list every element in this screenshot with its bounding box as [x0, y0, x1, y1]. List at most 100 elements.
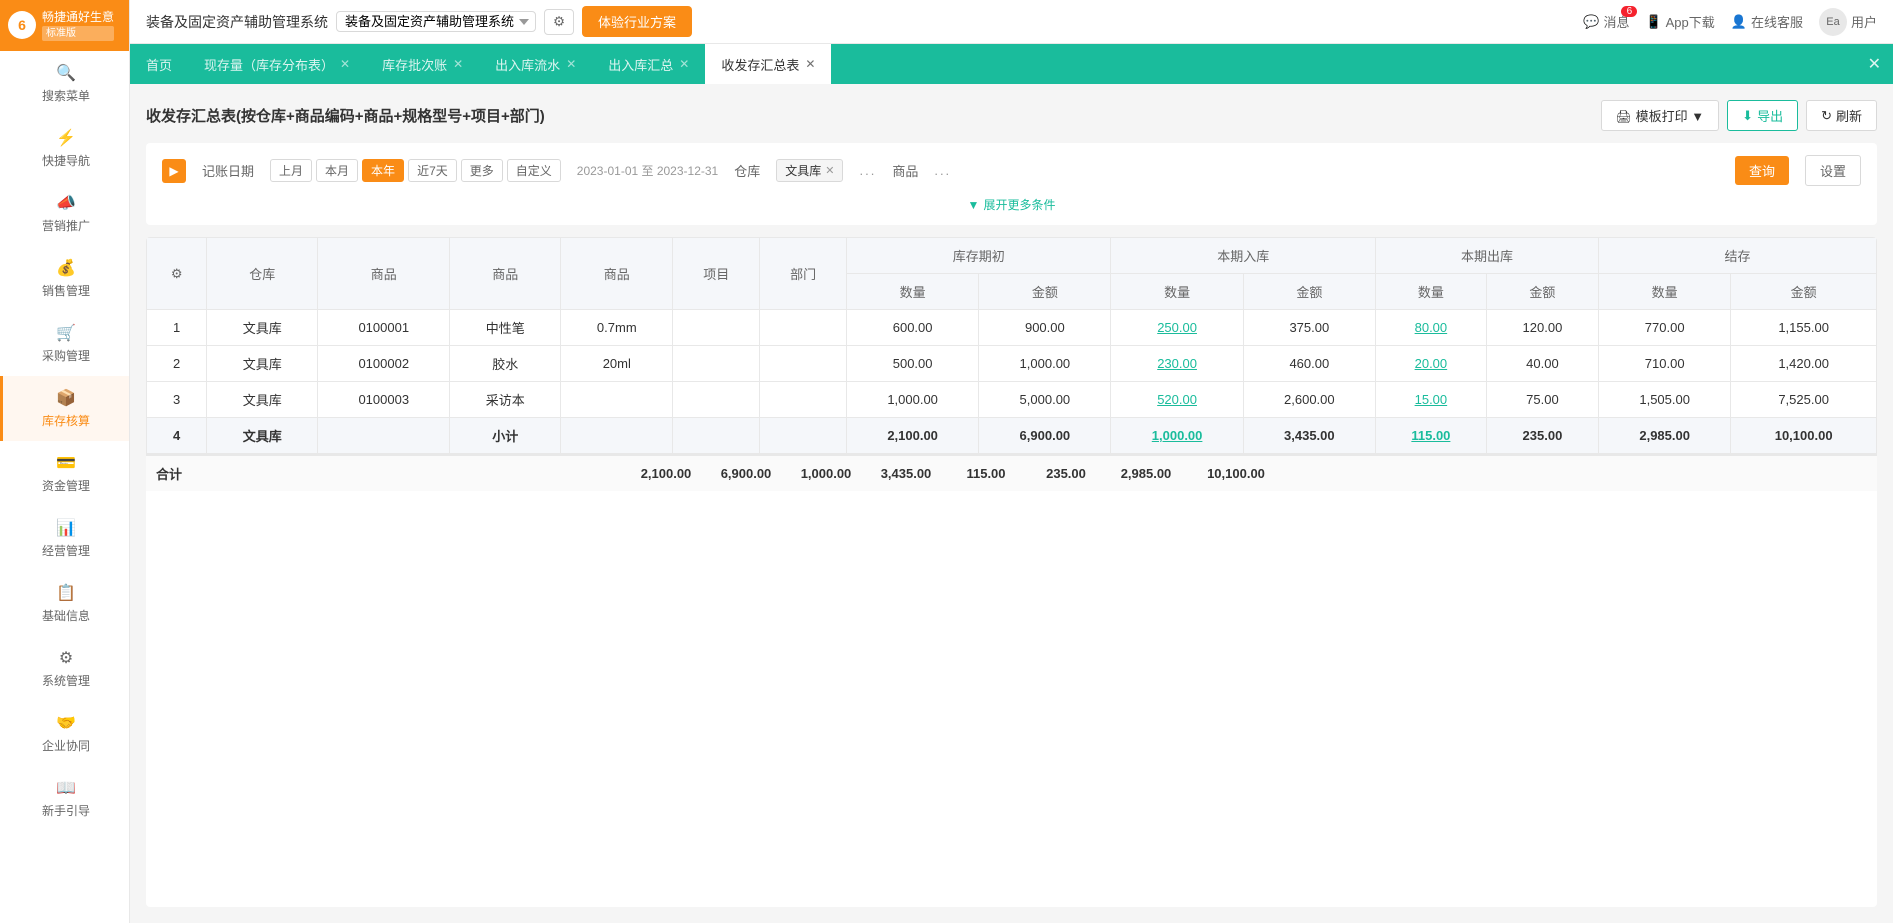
- tab-home[interactable]: 首页: [130, 44, 188, 84]
- marketing-icon: 📣: [56, 193, 76, 213]
- warehouse-filter-label: 仓库: [734, 161, 760, 180]
- cell-code: 0100002: [318, 346, 450, 382]
- cell-code: 0100003: [318, 382, 450, 418]
- app-download-label: App下载: [1666, 12, 1715, 31]
- sidebar-item-marketing[interactable]: 📣营销推广: [0, 181, 129, 246]
- sidebar-item-system[interactable]: ⚙系统管理: [0, 636, 129, 701]
- cell-warehouse: 文具库: [207, 346, 318, 382]
- purchase-icon: 🛒: [56, 323, 76, 343]
- subtotal-out-qty-link[interactable]: 115.00: [1411, 428, 1450, 443]
- sidebar-item-purchase[interactable]: 🛒采购管理: [0, 311, 129, 376]
- tab-receive-send-summary[interactable]: 收发存汇总表 ✕: [705, 44, 831, 84]
- expand-icon: ▼: [968, 198, 980, 212]
- user-info[interactable]: Ea 用户: [1819, 8, 1877, 36]
- out-qty-link[interactable]: 20.00: [1415, 356, 1448, 371]
- footer-open-amt: 6,900.00: [706, 466, 786, 481]
- date-btn-more[interactable]: 更多: [461, 159, 503, 182]
- date-btn-7days[interactable]: 近7天: [408, 159, 457, 182]
- filter-card: ▶ 记账日期 上月 本月 本年 近7天 更多 自定义 2023-01-01 至 …: [146, 143, 1877, 225]
- try-industry-button[interactable]: 体验行业方案: [582, 6, 692, 37]
- sidebar-item-inventory[interactable]: 📦库存核算: [0, 376, 129, 441]
- cell-name: 胶水: [450, 346, 561, 382]
- tab-bar-close-button[interactable]: ✕: [1856, 54, 1893, 74]
- tab-close-batch-ledger[interactable]: ✕: [453, 57, 463, 71]
- settings-gear-button[interactable]: ⚙: [544, 9, 574, 35]
- sidebar-item-guide[interactable]: 📖新手引导: [0, 766, 129, 831]
- filter-settings-button[interactable]: 设置: [1805, 155, 1861, 186]
- refresh-button[interactable]: ↻ 刷新: [1806, 100, 1877, 131]
- table-row: 3 文具库 0100003 采访本 1,000.00 5,000.00 520.…: [147, 382, 1877, 418]
- warehouse-tag[interactable]: 文具库 ✕: [776, 159, 843, 182]
- cell-warehouse: 文具库: [207, 382, 318, 418]
- sidebar-item-quick-nav[interactable]: ⚡快捷导航: [0, 116, 129, 181]
- sidebar-item-enterprise[interactable]: 🤝企业协同: [0, 701, 129, 766]
- messages-count: 6: [1621, 6, 1637, 17]
- tab-close-in-out-flow[interactable]: ✕: [566, 57, 576, 71]
- table-row: 4 文具库 小计 2,100.00 6,900.00 1,000.00 3,43…: [147, 418, 1877, 454]
- page-title: 收发存汇总表(按仓库+商品编码+商品+规格型号+项目+部门): [146, 105, 545, 126]
- footer-in-qty: 1,000.00: [786, 466, 866, 481]
- cell-out-amt: 235.00: [1486, 418, 1598, 454]
- finance-icon: 💳: [56, 453, 76, 473]
- cell-no: 4: [147, 418, 207, 454]
- out-qty-link[interactable]: 15.00: [1415, 392, 1448, 407]
- sidebar-item-finance[interactable]: 💳资金管理: [0, 441, 129, 506]
- tab-in-out-summary[interactable]: 出入库汇总 ✕: [592, 44, 705, 84]
- print-button[interactable]: 🖨 模板打印 ▼: [1601, 100, 1720, 131]
- sidebar-item-sales[interactable]: 💰销售管理: [0, 246, 129, 311]
- tab-bar: 首页现存量（库存分布表） ✕库存批次账 ✕出入库流水 ✕出入库汇总 ✕收发存汇总…: [130, 44, 1893, 84]
- tab-inventory-dist[interactable]: 现存量（库存分布表） ✕: [188, 44, 366, 84]
- footer-close-amt: 10,100.00: [1186, 466, 1286, 481]
- export-button[interactable]: ⬇ 导出: [1727, 100, 1798, 131]
- table-row: 1 文具库 0100001 中性笔 0.7mm 600.00 900.00 25…: [147, 310, 1877, 346]
- footer-out-qty: 115.00: [946, 466, 1026, 481]
- th-in-amt: 金额: [1243, 274, 1375, 310]
- cell-open-amt: 1,000.00: [979, 346, 1111, 382]
- warehouse-tag-close[interactable]: ✕: [825, 164, 834, 177]
- product-filter-label: 商品: [892, 161, 918, 180]
- tab-close-receive-send-summary[interactable]: ✕: [805, 57, 815, 71]
- message-icon: 💬: [1583, 14, 1599, 30]
- in-qty-link[interactable]: 230.00: [1157, 356, 1197, 371]
- product-more-dots[interactable]: ...: [934, 163, 951, 178]
- sidebar-item-base-info[interactable]: 📋基础信息: [0, 571, 129, 636]
- app-download[interactable]: 📱 App下载: [1645, 12, 1714, 31]
- th-settings[interactable]: ⚙: [147, 238, 207, 310]
- cell-code: [318, 418, 450, 454]
- cell-dept: [760, 418, 847, 454]
- query-button[interactable]: 查询: [1735, 156, 1789, 185]
- tab-close-inventory-dist[interactable]: ✕: [340, 57, 350, 71]
- in-qty-link[interactable]: 250.00: [1157, 320, 1197, 335]
- expand-conditions-button[interactable]: ▼ 展开更多条件: [968, 196, 1056, 213]
- th-warehouse: 仓库: [207, 238, 318, 310]
- tab-close-in-out-summary[interactable]: ✕: [679, 57, 689, 71]
- date-btn-last-month[interactable]: 上月: [270, 159, 312, 182]
- cell-project: [673, 310, 760, 346]
- online-service[interactable]: 👤 在线客服: [1731, 12, 1803, 31]
- out-qty-link[interactable]: 80.00: [1415, 320, 1448, 335]
- system-select[interactable]: 装备及固定资产辅助管理系统: [336, 11, 536, 32]
- in-qty-link[interactable]: 520.00: [1157, 392, 1197, 407]
- cell-out-amt: 40.00: [1486, 346, 1598, 382]
- messages-badge[interactable]: 💬 消息 6: [1583, 12, 1629, 31]
- tab-in-out-flow[interactable]: 出入库流水 ✕: [479, 44, 592, 84]
- date-btn-this-month[interactable]: 本月: [316, 159, 358, 182]
- main-content: 装备及固定资产辅助管理系统 装备及固定资产辅助管理系统 ⚙ 体验行业方案 💬 消…: [130, 0, 1893, 923]
- warehouse-more-dots[interactable]: ...: [859, 163, 876, 178]
- tab-batch-ledger[interactable]: 库存批次账 ✕: [366, 44, 479, 84]
- logo-icon: 6: [8, 11, 36, 39]
- filter-expand-arrow[interactable]: ▶: [162, 159, 186, 183]
- sales-icon: 💰: [56, 258, 76, 278]
- logo-badge: 标准版: [42, 26, 114, 41]
- print-dropdown-icon: ▼: [1691, 109, 1704, 124]
- date-btn-custom[interactable]: 自定义: [507, 159, 561, 182]
- cell-out-amt: 75.00: [1486, 382, 1598, 418]
- data-table-card: ⚙ 仓库 商品 商品 商品 项目 部门 库存期初 本期入库 本期出库 结存: [146, 237, 1877, 907]
- sidebar-item-operations[interactable]: 📊经营管理: [0, 506, 129, 571]
- date-btn-this-year[interactable]: 本年: [362, 159, 404, 182]
- subtotal-in-qty-link[interactable]: 1,000.00: [1152, 428, 1203, 443]
- cell-code: 0100001: [318, 310, 450, 346]
- sidebar-item-search[interactable]: 🔍搜索菜单: [0, 51, 129, 116]
- cell-in-amt: 2,600.00: [1243, 382, 1375, 418]
- th-close-qty: 数量: [1599, 274, 1731, 310]
